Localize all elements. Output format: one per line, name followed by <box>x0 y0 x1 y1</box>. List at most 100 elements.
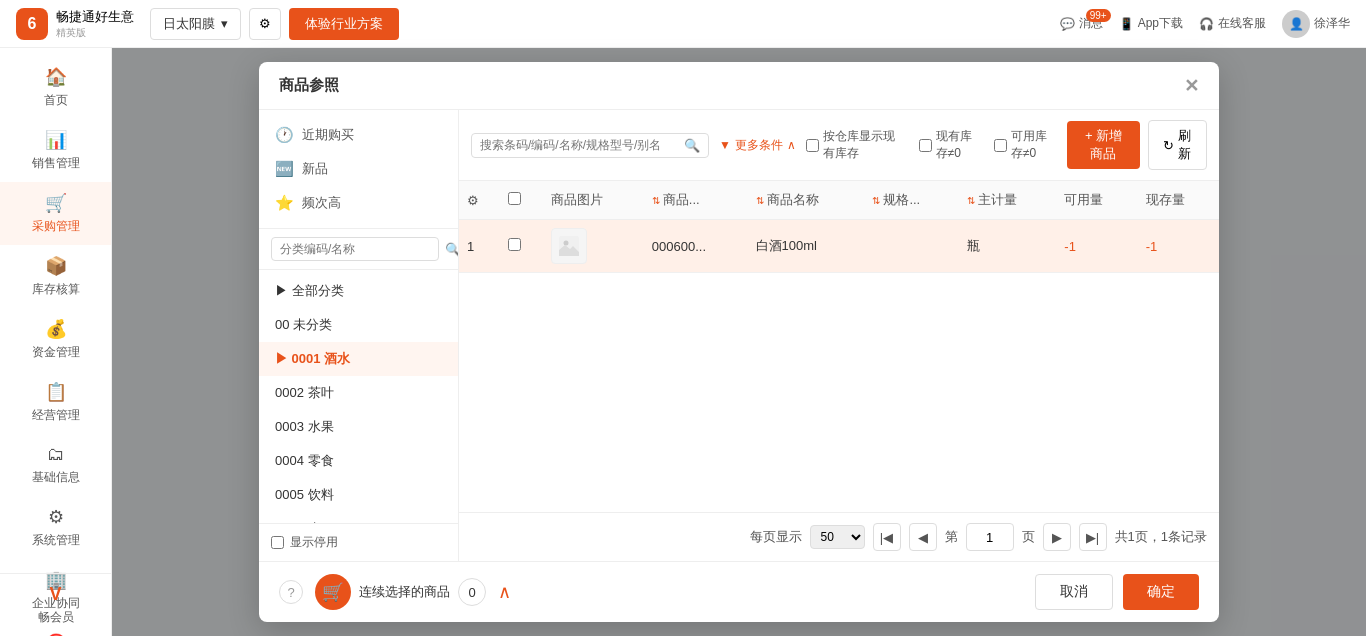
sidebar-label-operation: 经营管理 <box>32 407 80 424</box>
sidebar-item-sales[interactable]: 📊 销售管理 <box>0 119 111 182</box>
category-item-5[interactable]: 0005 饮料 <box>259 478 458 512</box>
sort-code[interactable]: ⇅ 商品... <box>652 191 740 209</box>
page-number-input[interactable] <box>966 523 1014 551</box>
sidebar-label-sales: 销售管理 <box>32 155 80 172</box>
cancel-button[interactable]: 取消 <box>1035 574 1113 610</box>
system-icon: ⚙ <box>48 506 64 528</box>
store-dropdown[interactable]: 日太阳膜 ▾ <box>150 8 241 40</box>
per-page-label: 每页显示 <box>750 528 802 546</box>
category-search-icon[interactable]: 🔍 <box>445 242 459 257</box>
logo-icon: 6 <box>16 8 48 40</box>
page-label: 第 <box>945 528 958 546</box>
sidebar-item-inventory[interactable]: 📦 库存核算 <box>0 245 111 308</box>
cart-button[interactable]: 🛒 <box>315 574 351 610</box>
sidebar-item-basic-info[interactable]: 🗂 基础信息 <box>0 434 111 496</box>
last-page-button[interactable]: ▶| <box>1079 523 1107 551</box>
td-checkbox[interactable] <box>500 220 543 273</box>
sort-image[interactable]: 商品图片 <box>551 191 636 209</box>
filter-collapse-icon: ∧ <box>787 138 796 152</box>
help-icon-button[interactable]: ? <box>279 580 303 604</box>
image-icon <box>559 236 579 256</box>
row-checkbox[interactable] <box>508 238 521 251</box>
show-disabled-area: 显示停用 <box>259 523 458 561</box>
quick-item-new[interactable]: 🆕 新品 <box>259 152 458 186</box>
quick-label-frequent: 频次高 <box>302 194 341 212</box>
per-page-select[interactable]: 50 100 200 <box>810 525 865 549</box>
add-product-button[interactable]: + 新增商品 <box>1067 121 1140 169</box>
category-item-all[interactable]: ▶ 全部分类 <box>259 274 458 308</box>
cart-collapse-button[interactable]: ∧ <box>498 581 511 603</box>
messages-button[interactable]: 💬 消息 99+ <box>1060 15 1103 32</box>
category-item-3[interactable]: 0003 水果 <box>259 410 458 444</box>
product-search-input[interactable] <box>480 138 680 152</box>
product-image <box>551 228 587 264</box>
quick-item-frequent[interactable]: ⭐ 频次高 <box>259 186 458 220</box>
user-profile-button[interactable]: 👤 徐泽华 <box>1282 10 1350 38</box>
check-warehouse-stock[interactable]: 按仓库显示现有库存 <box>806 128 907 162</box>
th-checkbox[interactable] <box>500 181 543 220</box>
table-row[interactable]: 1 <box>459 220 1219 273</box>
total-info: 共1页，1条记录 <box>1115 528 1207 546</box>
gear-icon: ⚙ <box>259 16 271 31</box>
customer-service-button[interactable]: 🎧 在线客服 <box>1199 15 1266 32</box>
first-page-button[interactable]: |◀ <box>873 523 901 551</box>
settings-button[interactable]: ⚙ <box>249 8 281 40</box>
trial-button[interactable]: 体验行业方案 <box>289 8 399 40</box>
filter-bar: 🔍 ▼ 更多条件 ∧ 按仓库显示现有库存 <box>459 110 1219 181</box>
sidebar-item-member[interactable]: V 畅会员 <box>0 574 111 636</box>
available-stock-checkbox[interactable] <box>919 139 932 152</box>
quick-label-recent: 近期购买 <box>302 126 354 144</box>
headset-icon: 🎧 <box>1199 17 1214 31</box>
search-icon[interactable]: 🔍 <box>684 138 700 153</box>
main-content-area: 商品参照 ✕ 🕐 近期购买 🆕 新品 <box>112 48 1366 636</box>
category-item-2[interactable]: 0002 茶叶 <box>259 376 458 410</box>
show-disabled-checkbox[interactable] <box>271 536 284 549</box>
check-usable-stock[interactable]: 可用库存≠0 <box>994 128 1057 162</box>
sort-spec[interactable]: ⇅ 规格... <box>872 191 950 209</box>
select-all-checkbox[interactable] <box>508 192 521 205</box>
usable-stock-checkbox[interactable] <box>994 139 1007 152</box>
th-settings[interactable]: ⚙ <box>459 181 500 220</box>
sort-unit[interactable]: ⇅ 主计量 <box>967 191 1049 209</box>
star-icon: ⭐ <box>275 194 294 212</box>
filter-more-button[interactable]: ▼ 更多条件 ∧ <box>719 137 796 154</box>
modal-close-button[interactable]: ✕ <box>1184 77 1199 95</box>
filter-icon: ▼ <box>719 138 731 152</box>
sort-icon-name: ⇅ <box>756 195 764 206</box>
category-item-6[interactable]: 0008 水 <box>259 512 458 523</box>
category-item-1[interactable]: ▶ 0001 酒水 <box>259 342 458 376</box>
sidebar-item-finance[interactable]: 💰 资金管理 <box>0 308 111 371</box>
sidebar-item-purchase[interactable]: 🛒 采购管理 <box>0 182 111 245</box>
category-item-0[interactable]: 00 未分类 <box>259 308 458 342</box>
sort-name[interactable]: ⇅ 商品名称 <box>756 191 857 209</box>
modal-right-panel: 🔍 ▼ 更多条件 ∧ 按仓库显示现有库存 <box>459 110 1219 561</box>
warehouse-stock-checkbox[interactable] <box>806 139 819 152</box>
nav-right-area: 💬 消息 99+ 📱 App下载 🎧 在线客服 👤 徐泽华 <box>1060 10 1350 38</box>
sidebar-label-home: 首页 <box>44 92 68 109</box>
th-name: ⇅ 商品名称 <box>748 181 865 220</box>
sidebar-item-system[interactable]: ⚙ 系统管理 <box>0 496 111 559</box>
home-icon: 🏠 <box>45 66 67 88</box>
prev-page-button[interactable]: ◀ <box>909 523 937 551</box>
page-suffix: 页 <box>1022 528 1035 546</box>
sidebar-item-home[interactable]: 🏠 首页 <box>0 56 111 119</box>
sort-icon-code: ⇅ <box>652 195 660 206</box>
sidebar-item-operation[interactable]: 📋 经营管理 <box>0 371 111 434</box>
th-name-label: 商品名称 <box>767 191 819 209</box>
cart-area: 🛒 连续选择的商品 0 ∧ <box>315 574 511 610</box>
quick-item-recent[interactable]: 🕐 近期购买 <box>259 118 458 152</box>
check-available-stock[interactable]: 现有库存≠0 <box>919 128 982 162</box>
app-download-button[interactable]: 📱 App下载 <box>1119 15 1183 32</box>
check2-label: 现有库存≠0 <box>936 128 982 162</box>
refresh-button[interactable]: ↻ 刷新 <box>1148 120 1207 170</box>
next-page-button[interactable]: ▶ <box>1043 523 1071 551</box>
search-input-wrap: 🔍 <box>471 133 709 158</box>
category-item-4[interactable]: 0004 零食 <box>259 444 458 478</box>
category-list: ▶ 全部分类 00 未分类 ▶ 0001 酒水 0002 茶叶 0003 水果 … <box>259 270 458 523</box>
th-available-label: 可用量 <box>1064 192 1103 207</box>
category-search-input[interactable] <box>271 237 439 261</box>
confirm-button[interactable]: 确定 <box>1123 574 1199 610</box>
td-spec <box>864 220 958 273</box>
modal-left-panel: 🕐 近期购买 🆕 新品 ⭐ 频次高 <box>259 110 459 561</box>
td-unit: 瓶 <box>959 220 1057 273</box>
